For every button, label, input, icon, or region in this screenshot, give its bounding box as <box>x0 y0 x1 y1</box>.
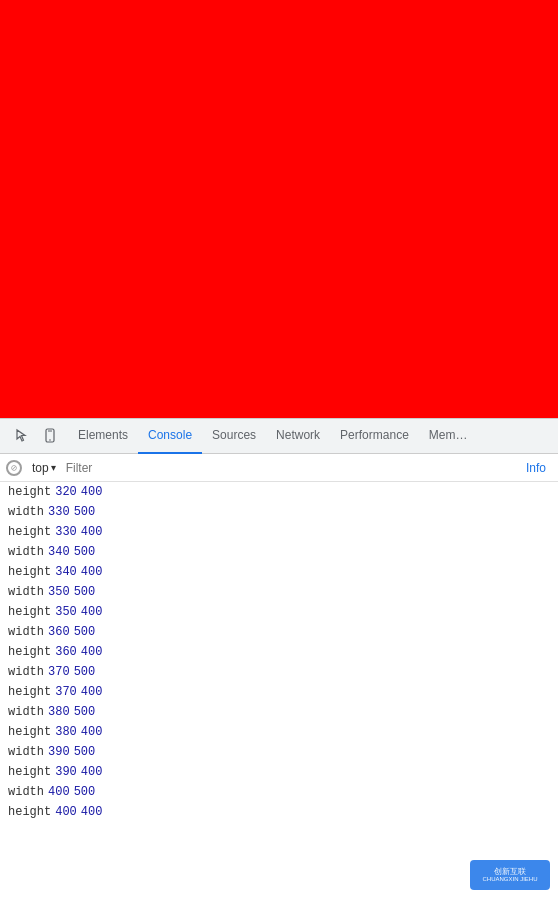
prop-name: height <box>8 483 51 501</box>
context-label: top <box>32 461 49 475</box>
num-value-2: 400 <box>81 563 103 581</box>
num-value-1: 390 <box>55 763 77 781</box>
prop-name: height <box>8 563 51 581</box>
console-line: height 380 400 <box>0 722 558 742</box>
inspect-icon[interactable] <box>10 424 34 448</box>
console-line: width 360 500 <box>0 622 558 642</box>
tab-performance[interactable]: Performance <box>330 418 419 454</box>
prop-name: height <box>8 683 51 701</box>
num-value-2: 500 <box>74 503 96 521</box>
devtools-toolbar: Elements Console Sources Network Perform… <box>0 418 558 454</box>
prop-name: width <box>8 503 44 521</box>
num-value-2: 500 <box>74 743 96 761</box>
filter-input[interactable] <box>66 461 514 475</box>
num-value-2: 500 <box>74 623 96 641</box>
prop-name: height <box>8 603 51 621</box>
prop-name: height <box>8 763 51 781</box>
num-value-2: 400 <box>81 603 103 621</box>
prop-name: height <box>8 523 51 541</box>
console-line: width 400 500 <box>0 782 558 802</box>
prop-name: width <box>8 783 44 801</box>
console-line: height 320 400 <box>0 482 558 502</box>
console-line: width 350 500 <box>0 582 558 602</box>
watermark: 创新互联 CHUANGXIN JIEHU <box>470 860 550 890</box>
svg-point-1 <box>49 439 51 441</box>
console-line: height 360 400 <box>0 642 558 662</box>
num-value-2: 400 <box>81 723 103 741</box>
prop-name: width <box>8 663 44 681</box>
prop-name: height <box>8 803 51 821</box>
prop-name: width <box>8 623 44 641</box>
console-line: height 330 400 <box>0 522 558 542</box>
num-value-2: 400 <box>81 763 103 781</box>
num-value-1: 380 <box>48 703 70 721</box>
watermark-text: 创新互联 CHUANGXIN JIEHU <box>482 867 537 884</box>
tab-network[interactable]: Network <box>266 418 330 454</box>
prop-name: width <box>8 703 44 721</box>
no-messages-icon[interactable]: ⊘ <box>6 460 22 476</box>
console-line: height 390 400 <box>0 762 558 782</box>
num-value-1: 320 <box>55 483 77 501</box>
num-value-2: 400 <box>81 803 103 821</box>
num-value-1: 370 <box>55 683 77 701</box>
num-value-1: 330 <box>55 523 77 541</box>
num-value-2: 500 <box>74 783 96 801</box>
console-line: height 350 400 <box>0 602 558 622</box>
toolbar-icons <box>4 424 68 448</box>
num-value-1: 400 <box>48 783 70 801</box>
num-value-1: 360 <box>55 643 77 661</box>
num-value-2: 500 <box>74 703 96 721</box>
preview-area <box>0 0 558 418</box>
num-value-2: 500 <box>74 663 96 681</box>
console-line: width 370 500 <box>0 662 558 682</box>
console-line: height 340 400 <box>0 562 558 582</box>
num-value-2: 400 <box>81 683 103 701</box>
num-value-2: 500 <box>74 583 96 601</box>
num-value-2: 400 <box>81 523 103 541</box>
num-value-1: 380 <box>55 723 77 741</box>
console-line: width 380 500 <box>0 702 558 722</box>
info-button[interactable]: Info <box>520 459 552 477</box>
context-selector[interactable]: top ▾ <box>28 459 60 477</box>
prop-name: width <box>8 543 44 561</box>
prop-name: width <box>8 583 44 601</box>
console-line: height 400 400 <box>0 802 558 822</box>
num-value-1: 350 <box>55 603 77 621</box>
context-dropdown-icon: ▾ <box>51 462 56 473</box>
num-value-1: 370 <box>48 663 70 681</box>
console-line: width 390 500 <box>0 742 558 762</box>
tab-memory[interactable]: Mem… <box>419 418 478 454</box>
tab-console[interactable]: Console <box>138 418 202 454</box>
num-value-1: 390 <box>48 743 70 761</box>
console-output: height 320 400width 330 500height 330 40… <box>0 482 558 898</box>
num-value-1: 350 <box>48 583 70 601</box>
num-value-2: 400 <box>81 643 103 661</box>
tab-sources[interactable]: Sources <box>202 418 266 454</box>
num-value-1: 400 <box>55 803 77 821</box>
num-value-1: 360 <box>48 623 70 641</box>
prop-name: width <box>8 743 44 761</box>
console-line: width 340 500 <box>0 542 558 562</box>
prop-name: height <box>8 643 51 661</box>
prop-name: height <box>8 723 51 741</box>
console-line: height 370 400 <box>0 682 558 702</box>
console-filter-bar: ⊘ top ▾ Info <box>0 454 558 482</box>
num-value-2: 500 <box>74 543 96 561</box>
devtools-tabs: Elements Console Sources Network Perform… <box>68 418 554 454</box>
console-line: width 330 500 <box>0 502 558 522</box>
tab-elements[interactable]: Elements <box>68 418 138 454</box>
num-value-2: 400 <box>81 483 103 501</box>
num-value-1: 340 <box>48 543 70 561</box>
num-value-1: 330 <box>48 503 70 521</box>
device-icon[interactable] <box>38 424 62 448</box>
num-value-1: 340 <box>55 563 77 581</box>
